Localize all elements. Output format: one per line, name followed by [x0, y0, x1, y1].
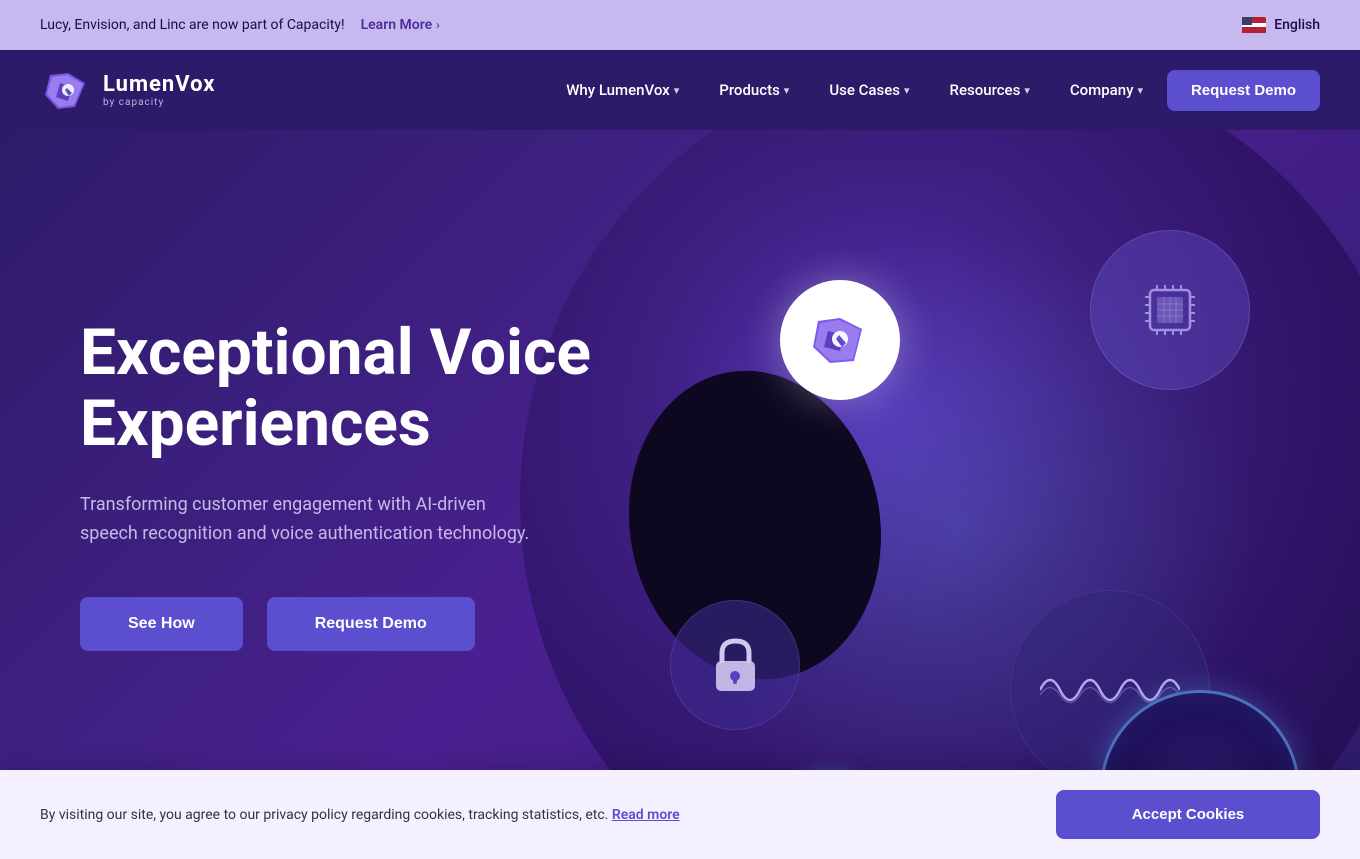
learn-more-label: Learn More [361, 17, 433, 33]
logo-circle-icon [810, 313, 870, 367]
chip-icon [1135, 275, 1205, 345]
announcement-left: Lucy, Envision, and Linc are now part of… [40, 17, 440, 33]
hero-section: </> Exceptional Voice Experiences Transf… [0, 130, 1360, 839]
logo[interactable]: LumenVox by capacity [40, 65, 216, 115]
hero-subtitle: Transforming customer engagement with AI… [80, 491, 540, 549]
chevron-use-cases-icon: ▾ [904, 84, 910, 97]
chevron-why-icon: ▾ [674, 84, 680, 97]
nav-item-use-cases[interactable]: Use Cases ▾ [813, 73, 925, 107]
tech-sphere: </> [530, 150, 1310, 839]
lock-circle [670, 600, 800, 730]
logo-text: LumenVox by capacity [103, 72, 216, 108]
cookie-message: By visiting our site, you agree to our p… [40, 807, 608, 823]
chevron-company-icon: ▾ [1137, 84, 1143, 97]
chevron-resources-icon: ▾ [1024, 84, 1030, 97]
hero-title-line1: Exceptional Voice [80, 315, 591, 390]
lumenvox-logo-circle [780, 280, 900, 400]
hero-content: Exceptional Voice Experiences Transformi… [0, 318, 591, 650]
nav-links: Why LumenVox ▾ Products ▾ Use Cases ▾ Re… [550, 70, 1320, 111]
lock-icon [708, 633, 763, 698]
hero-title-line2: Experiences [80, 386, 431, 461]
nav-label-why: Why LumenVox [566, 81, 670, 99]
chevron-products-icon: ▾ [784, 84, 790, 97]
flag-icon [1242, 17, 1266, 33]
navbar: LumenVox by capacity Why LumenVox ▾ Prod… [0, 50, 1360, 130]
accept-cookies-button[interactable]: Accept Cookies [1056, 790, 1320, 839]
logo-sub: by capacity [103, 97, 216, 108]
hero-title: Exceptional Voice Experiences [80, 318, 591, 459]
language-selector[interactable]: English [1242, 17, 1320, 33]
learn-more-link[interactable]: Learn More › [361, 17, 440, 33]
cookie-text: By visiting our site, you agree to our p… [40, 807, 1032, 823]
hero-request-demo-button[interactable]: Request Demo [267, 597, 475, 651]
arrow-icon: › [436, 18, 440, 32]
nav-item-company[interactable]: Company ▾ [1054, 73, 1159, 107]
nav-item-why-lumenvox[interactable]: Why LumenVox ▾ [550, 73, 695, 107]
cookie-read-more-link[interactable]: Read more [612, 807, 680, 823]
chip-circle [1090, 230, 1250, 390]
language-label: English [1274, 17, 1320, 33]
hero-buttons: See How Request Demo [80, 597, 591, 651]
nav-item-resources[interactable]: Resources ▾ [934, 73, 1046, 107]
nav-request-demo-button[interactable]: Request Demo [1167, 70, 1320, 111]
nav-label-resources: Resources [950, 81, 1021, 99]
nav-label-company: Company [1070, 81, 1134, 99]
cookie-banner: By visiting our site, you agree to our p… [0, 770, 1360, 859]
announcement-text: Lucy, Envision, and Linc are now part of… [40, 17, 345, 33]
logo-icon [40, 65, 95, 115]
logo-brand: LumenVox [103, 72, 216, 97]
nav-label-products: Products [719, 81, 780, 99]
nav-item-products[interactable]: Products ▾ [703, 73, 805, 107]
nav-label-use-cases: Use Cases [829, 81, 900, 99]
announcement-bar: Lucy, Envision, and Linc are now part of… [0, 0, 1360, 50]
see-how-button[interactable]: See How [80, 597, 243, 651]
